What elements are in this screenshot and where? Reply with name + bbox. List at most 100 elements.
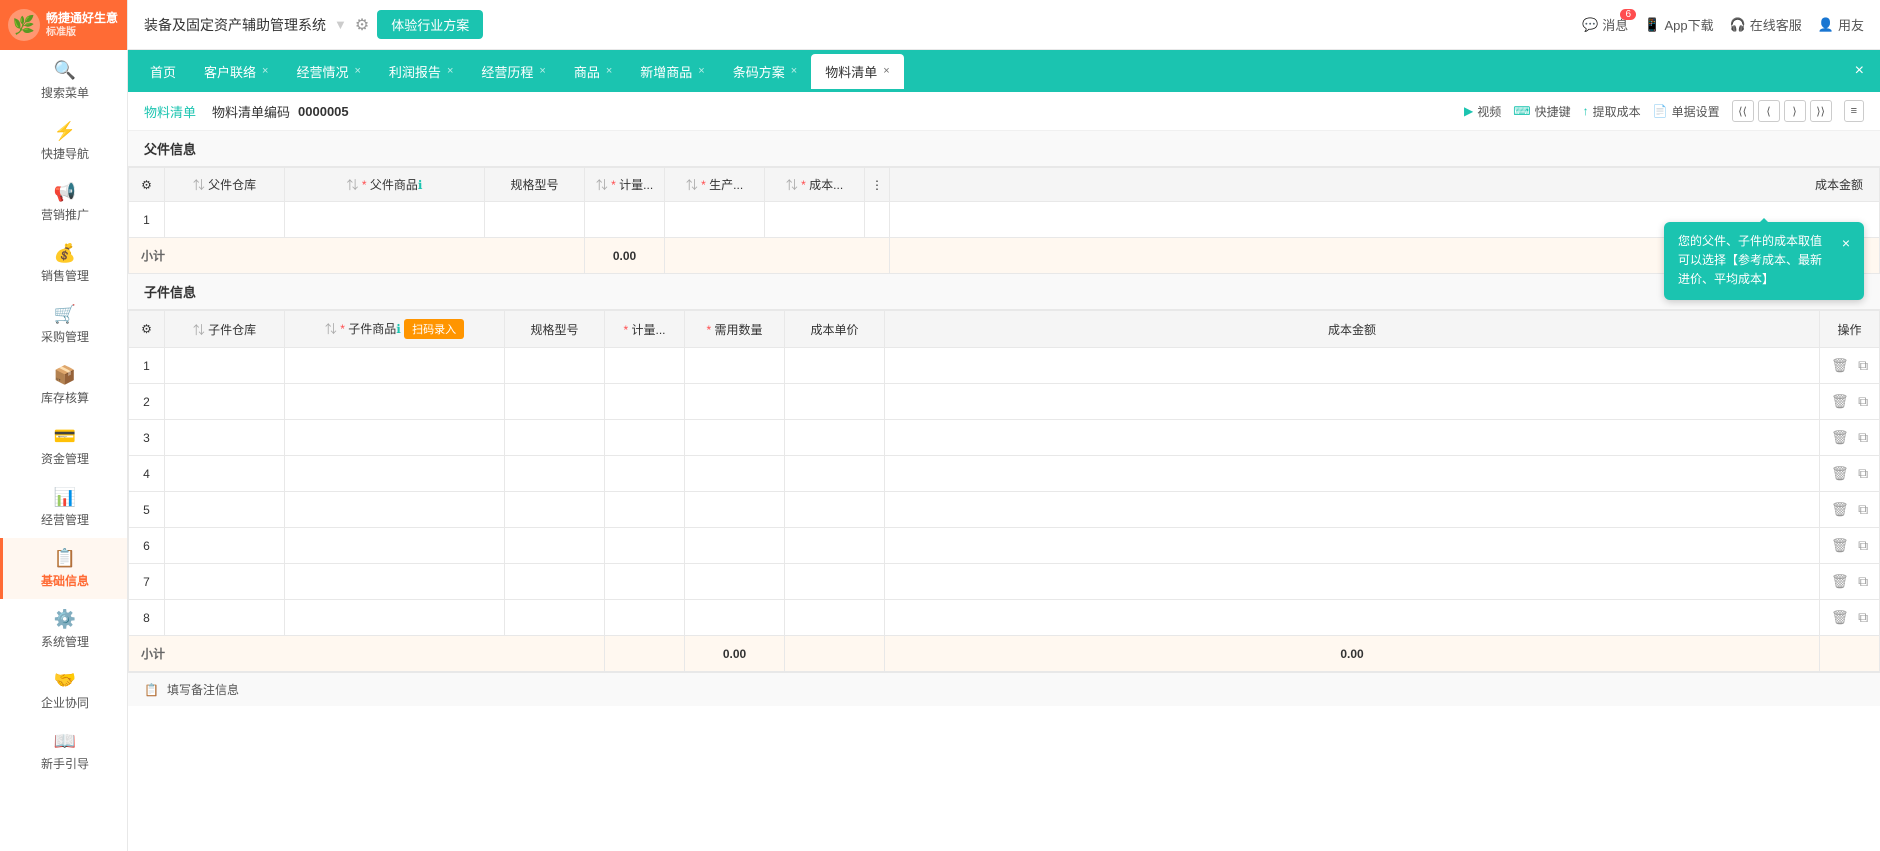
child-row-product-7[interactable] <box>285 564 505 600</box>
child-row-cost-price-1[interactable] <box>785 348 885 384</box>
shortcut-btn[interactable]: ⌨ 快捷键 <box>1513 103 1570 120</box>
delete-btn-6[interactable]: 🗑 <box>1831 537 1849 553</box>
tab-operation-status[interactable]: 经营情况 × <box>282 54 374 89</box>
tab-products-close[interactable]: × <box>606 65 612 77</box>
child-row-cost-price-7[interactable] <box>785 564 885 600</box>
sidebar-item-marketing[interactable]: 📢 营销推广 <box>0 172 127 233</box>
child-row-qty-7[interactable] <box>685 564 785 600</box>
child-row-unit-8[interactable] <box>605 600 685 636</box>
child-row-warehouse-3[interactable] <box>165 420 285 456</box>
video-btn[interactable]: ▶ 视频 <box>1464 103 1501 120</box>
single-settings-btn[interactable]: 📄 单据设置 <box>1653 103 1720 120</box>
grid-view-btn[interactable]: ≡ <box>1844 100 1864 122</box>
tooltip-close-btn[interactable]: × <box>1842 232 1850 254</box>
sidebar-item-guide[interactable]: 📖 新手引导 <box>0 721 127 782</box>
sidebar-item-purchase[interactable]: 🛒 采购管理 <box>0 294 127 355</box>
app-download-btn[interactable]: 📱 App下载 <box>1644 15 1713 34</box>
next-last-btn[interactable]: ⟩⟩ <box>1810 100 1832 122</box>
delete-btn-2[interactable]: 🗑 <box>1831 393 1849 409</box>
child-row-spec-1[interactable] <box>505 348 605 384</box>
online-service-btn[interactable]: 🎧 在线客服 <box>1730 15 1802 34</box>
child-th-settings[interactable]: ⚙ <box>129 311 165 348</box>
child-row-unit-7[interactable] <box>605 564 685 600</box>
tab-bom[interactable]: 物料清单 × <box>811 54 903 89</box>
sidebar-item-search[interactable]: 🔍 搜索菜单 <box>0 50 127 111</box>
child-row-cost-price-3[interactable] <box>785 420 885 456</box>
copy-btn-7[interactable]: ⧉ <box>1858 573 1868 589</box>
tab-customer-close[interactable]: × <box>262 65 268 77</box>
child-row-warehouse-4[interactable] <box>165 456 285 492</box>
child-row-unit-4[interactable] <box>605 456 685 492</box>
child-row-spec-8[interactable] <box>505 600 605 636</box>
copy-btn-2[interactable]: ⧉ <box>1858 393 1868 409</box>
child-row-product-6[interactable] <box>285 528 505 564</box>
tab-bom-close[interactable]: × <box>883 65 889 77</box>
child-row-spec-7[interactable] <box>505 564 605 600</box>
tab-profit-close[interactable]: × <box>447 65 453 77</box>
delete-btn-8[interactable]: 🗑 <box>1831 609 1849 625</box>
sidebar-item-basic-info[interactable]: 📋 基础信息 <box>0 538 127 599</box>
delete-btn-4[interactable]: 🗑 <box>1831 465 1849 481</box>
user-btn[interactable]: 👤 用友 <box>1818 15 1864 34</box>
child-row-product-1[interactable] <box>285 348 505 384</box>
tab-products[interactable]: 商品 × <box>560 54 626 89</box>
tab-barcode[interactable]: 条码方案 × <box>719 54 811 89</box>
child-row-qty-4[interactable] <box>685 456 785 492</box>
child-row-cost-price-8[interactable] <box>785 600 885 636</box>
child-row-product-8[interactable] <box>285 600 505 636</box>
extract-cost-btn[interactable]: ↑ 提取成本 <box>1583 103 1641 120</box>
copy-btn-4[interactable]: ⧉ <box>1858 465 1868 481</box>
sidebar-item-enterprise[interactable]: 🤝 企业协同 <box>0 660 127 721</box>
child-row-qty-1[interactable] <box>685 348 785 384</box>
child-row-warehouse-5[interactable] <box>165 492 285 528</box>
child-row-warehouse-7[interactable] <box>165 564 285 600</box>
tab-customer[interactable]: 客户联络 × <box>190 54 282 89</box>
child-row-unit-1[interactable] <box>605 348 685 384</box>
child-row-cost-price-2[interactable] <box>785 384 885 420</box>
child-row-warehouse-2[interactable] <box>165 384 285 420</box>
sidebar-item-operation[interactable]: 📊 经营管理 <box>0 477 127 538</box>
breadcrumb-parent[interactable]: 物料清单 <box>144 102 196 121</box>
prev-btn[interactable]: ⟨ <box>1758 100 1780 122</box>
copy-btn-1[interactable]: ⧉ <box>1858 357 1868 373</box>
delete-btn-5[interactable]: 🗑 <box>1831 501 1849 517</box>
parent-row-product[interactable] <box>285 202 485 238</box>
sidebar-item-sales[interactable]: 💰 销售管理 <box>0 233 127 294</box>
tab-operation-status-close[interactable]: × <box>354 65 360 77</box>
child-row-cost-price-4[interactable] <box>785 456 885 492</box>
message-btn[interactable]: 💬 消息 6 <box>1582 15 1628 34</box>
child-row-cost-price-5[interactable] <box>785 492 885 528</box>
copy-btn-5[interactable]: ⧉ <box>1858 501 1868 517</box>
delete-btn-3[interactable]: 🗑 <box>1831 429 1849 445</box>
child-row-cost-price-6[interactable] <box>785 528 885 564</box>
child-row-spec-4[interactable] <box>505 456 605 492</box>
child-row-warehouse-1[interactable] <box>165 348 285 384</box>
child-row-unit-3[interactable] <box>605 420 685 456</box>
child-row-qty-3[interactable] <box>685 420 785 456</box>
bottom-bar[interactable]: 📋 填写备注信息 <box>128 672 1880 706</box>
child-row-spec-5[interactable] <box>505 492 605 528</box>
delete-btn-1[interactable]: 🗑 <box>1831 357 1849 373</box>
experience-btn[interactable]: 体验行业方案 <box>377 10 483 39</box>
sidebar-item-finance[interactable]: 💳 资金管理 <box>0 416 127 477</box>
child-row-warehouse-8[interactable] <box>165 600 285 636</box>
parent-row-unit[interactable] <box>585 202 665 238</box>
child-row-qty-5[interactable] <box>685 492 785 528</box>
child-row-qty-8[interactable] <box>685 600 785 636</box>
child-row-unit-5[interactable] <box>605 492 685 528</box>
child-row-warehouse-6[interactable] <box>165 528 285 564</box>
copy-btn-6[interactable]: ⧉ <box>1858 537 1868 553</box>
copy-btn-8[interactable]: ⧉ <box>1858 609 1868 625</box>
parent-row-spec[interactable] <box>485 202 585 238</box>
parent-th-settings[interactable]: ⚙ <box>129 168 165 202</box>
tab-profit[interactable]: 利润报告 × <box>375 54 467 89</box>
sidebar-item-quick-nav[interactable]: ⚡ 快捷导航 <box>0 111 127 172</box>
prev-first-btn[interactable]: ⟨⟨ <box>1732 100 1754 122</box>
parent-row-warehouse[interactable] <box>165 202 285 238</box>
child-row-product-2[interactable] <box>285 384 505 420</box>
copy-btn-3[interactable]: ⧉ <box>1858 429 1868 445</box>
tab-history-close[interactable]: × <box>539 65 545 77</box>
delete-btn-7[interactable]: 🗑 <box>1831 573 1849 589</box>
child-row-qty-2[interactable] <box>685 384 785 420</box>
child-row-unit-6[interactable] <box>605 528 685 564</box>
